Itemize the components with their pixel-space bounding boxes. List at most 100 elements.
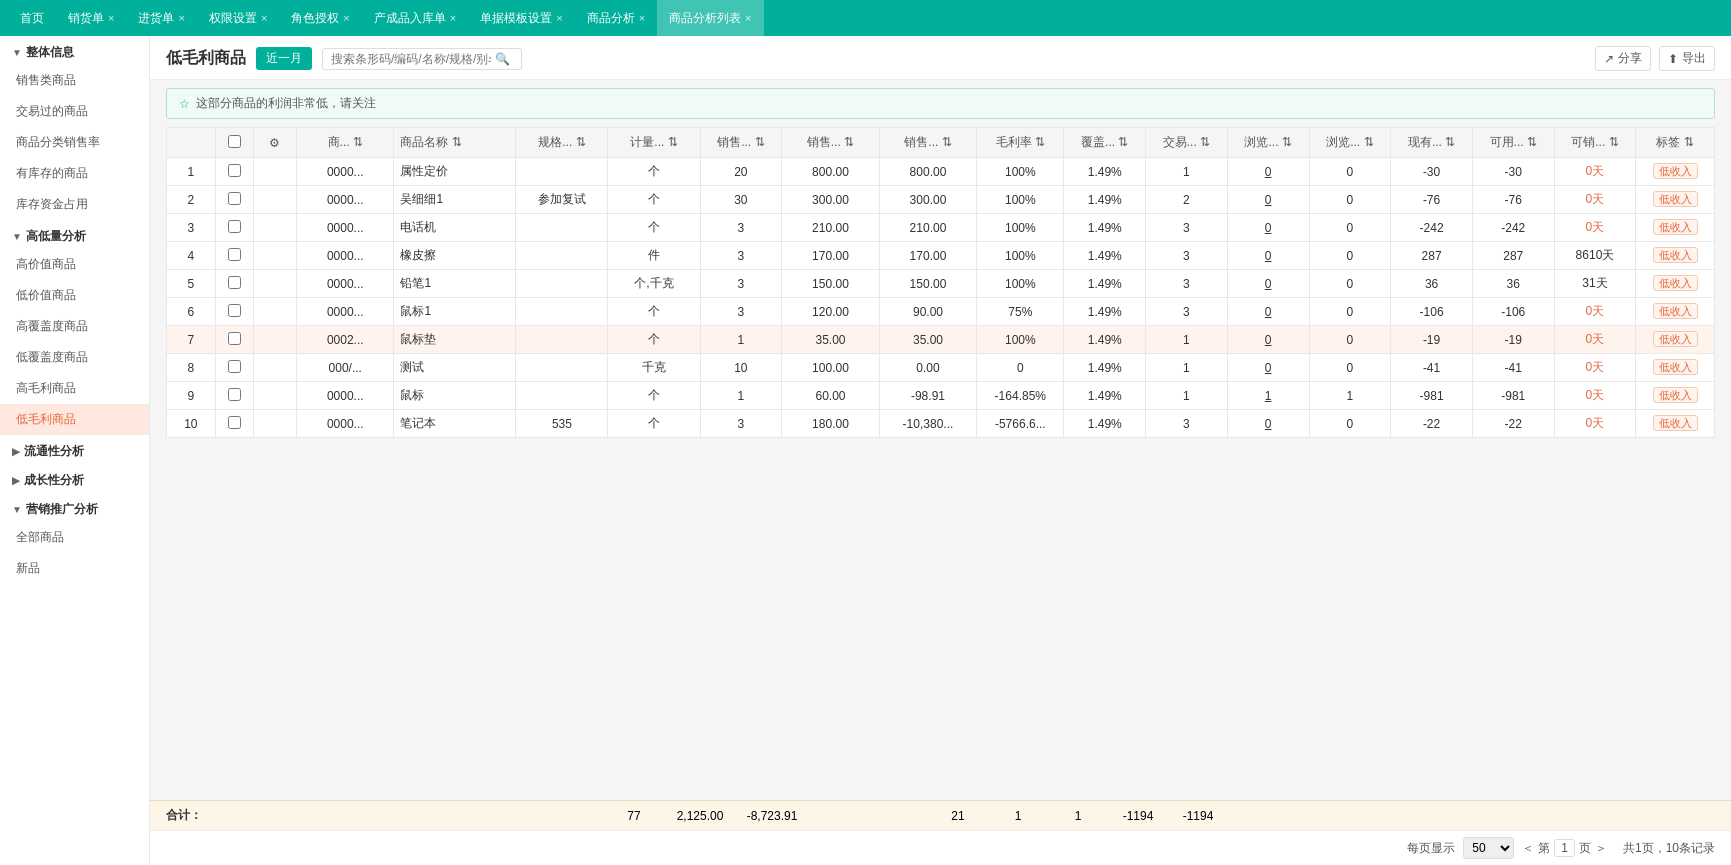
cell-check[interactable] (215, 158, 253, 186)
nav-item-roles[interactable]: 角色授权 × (279, 0, 361, 36)
row-checkbox-2[interactable] (228, 220, 241, 233)
cell-check[interactable] (215, 410, 253, 438)
th-view1[interactable]: 浏览... ⇅ (1227, 128, 1309, 158)
cell-cover: 1.49% (1064, 382, 1146, 410)
search-input[interactable] (331, 52, 491, 66)
cell-view1[interactable]: 0 (1227, 326, 1309, 354)
th-sale-profit[interactable]: 销售... ⇅ (879, 128, 977, 158)
row-checkbox-3[interactable] (228, 248, 241, 261)
cell-view1[interactable]: 0 (1227, 158, 1309, 186)
th-unit[interactable]: 计量... ⇅ (608, 128, 700, 158)
cell-view1[interactable]: 1 (1227, 382, 1309, 410)
sidebar-group-flow[interactable]: ▶ 流通性分析 (0, 435, 149, 464)
cell-view1[interactable]: 0 (1227, 242, 1309, 270)
cell-sale-price: 60.00 (782, 382, 880, 410)
row-checkbox-9[interactable] (228, 416, 241, 429)
cell-view1[interactable]: 0 (1227, 214, 1309, 242)
prev-page-button[interactable]: ＜ (1522, 840, 1534, 857)
sidebar-item-high-coverage[interactable]: 高覆盖度商品 (0, 311, 149, 342)
cell-check[interactable] (215, 298, 253, 326)
sidebar-item-all-goods[interactable]: 全部商品 (0, 522, 149, 553)
th-spec[interactable]: 规格... ⇅ (516, 128, 608, 158)
cell-spec (516, 298, 608, 326)
th-check[interactable] (215, 128, 253, 158)
period-button[interactable]: 近一月 (256, 47, 312, 70)
nav-close-purchase[interactable]: × (178, 12, 184, 24)
sidebar-item-stocked-goods[interactable]: 有库存的商品 (0, 158, 149, 189)
sidebar-item-new-goods[interactable]: 新品 (0, 553, 149, 584)
sidebar-item-traded-goods[interactable]: 交易过的商品 (0, 96, 149, 127)
nav-close-goods-list[interactable]: × (745, 12, 751, 24)
nav-close-sales[interactable]: × (108, 12, 114, 24)
nav-item-products[interactable]: 产成品入库单 × (362, 0, 468, 36)
th-sale-price[interactable]: 销售... ⇅ (782, 128, 880, 158)
th-avail[interactable]: 可用... ⇅ (1472, 128, 1554, 158)
sidebar-item-low-profit[interactable]: 低毛利商品 (0, 404, 149, 435)
row-checkbox-6[interactable] (228, 332, 241, 345)
row-checkbox-5[interactable] (228, 304, 241, 317)
cell-view1[interactable]: 0 (1227, 298, 1309, 326)
sidebar-item-high-value[interactable]: 高价值商品 (0, 249, 149, 280)
sidebar-item-low-value[interactable]: 低价值商品 (0, 280, 149, 311)
nav-close-roles[interactable]: × (343, 12, 349, 24)
cell-view1[interactable]: 0 (1227, 354, 1309, 382)
cell-check[interactable] (215, 354, 253, 382)
cell-check[interactable] (215, 214, 253, 242)
cell-view1[interactable]: 0 (1227, 186, 1309, 214)
row-checkbox-1[interactable] (228, 192, 241, 205)
row-checkbox-4[interactable] (228, 276, 241, 289)
nav-item-template[interactable]: 单据模板设置 × (468, 0, 574, 36)
sidebar-item-category-rate[interactable]: 商品分类销售率 (0, 127, 149, 158)
th-name[interactable]: 商品名称 ⇅ (394, 128, 516, 158)
row-checkbox-8[interactable] (228, 388, 241, 401)
th-gear[interactable]: ⚙ (253, 128, 296, 158)
th-trade[interactable]: 交易... ⇅ (1146, 128, 1228, 158)
nav-item-sales[interactable]: 销货单 × (56, 0, 126, 36)
cell-gear (253, 410, 296, 438)
sidebar-item-inventory-capital[interactable]: 库存资金占用 (0, 189, 149, 220)
search-icon[interactable]: 🔍 (495, 52, 510, 66)
cell-check[interactable] (215, 242, 253, 270)
next-page-button[interactable]: ＞ (1595, 840, 1607, 857)
sort-icon-sale-days: ⇅ (1609, 135, 1619, 149)
share-button[interactable]: ↗ 分享 (1595, 46, 1651, 71)
th-stock[interactable]: 现有... ⇅ (1391, 128, 1473, 158)
check-all[interactable] (228, 135, 241, 148)
nav-item-goods-list[interactable]: 商品分析列表 × (657, 0, 763, 36)
nav-close-permissions[interactable]: × (261, 12, 267, 24)
row-checkbox-7[interactable] (228, 360, 241, 373)
cell-view1[interactable]: 0 (1227, 410, 1309, 438)
th-code[interactable]: 商... ⇅ (296, 128, 394, 158)
nav-close-template[interactable]: × (556, 12, 562, 24)
sidebar-group-growth[interactable]: ▶ 成长性分析 (0, 464, 149, 493)
sidebar-item-sales-goods[interactable]: 销售类商品 (0, 65, 149, 96)
nav-item-permissions[interactable]: 权限设置 × (197, 0, 279, 36)
cell-cover: 1.49% (1064, 186, 1146, 214)
th-cover[interactable]: 覆盖... ⇅ (1064, 128, 1146, 158)
page-size-select[interactable]: 50 100 200 (1463, 837, 1514, 859)
nav-item-purchase[interactable]: 进货单 × (126, 0, 196, 36)
th-gross[interactable]: 毛利率 ⇅ (977, 128, 1064, 158)
cell-check[interactable] (215, 382, 253, 410)
export-button[interactable]: ⬆ 导出 (1659, 46, 1715, 71)
nav-item-home[interactable]: 首页 (8, 0, 56, 36)
sidebar-group-overall[interactable]: ▼ 整体信息 (0, 36, 149, 65)
cell-view2: 0 (1309, 354, 1391, 382)
sidebar-item-low-coverage[interactable]: 低覆盖度商品 (0, 342, 149, 373)
sidebar-group-highlevel[interactable]: ▼ 高低量分析 (0, 220, 149, 249)
sidebar-item-high-profit[interactable]: 高毛利商品 (0, 373, 149, 404)
nav-close-products[interactable]: × (450, 12, 456, 24)
cell-check[interactable] (215, 270, 253, 298)
th-sale-qty[interactable]: 销售... ⇅ (700, 128, 782, 158)
cell-check[interactable] (215, 326, 253, 354)
cell-view1[interactable]: 0 (1227, 270, 1309, 298)
row-checkbox-0[interactable] (228, 164, 241, 177)
th-tag[interactable]: 标签 ⇅ (1636, 128, 1715, 158)
nav-close-goods-analysis[interactable]: × (639, 12, 645, 24)
current-page[interactable]: 1 (1554, 839, 1575, 857)
th-view2[interactable]: 浏览... ⇅ (1309, 128, 1391, 158)
th-sale-days[interactable]: 可销... ⇅ (1554, 128, 1636, 158)
sidebar-group-marketing[interactable]: ▼ 营销推广分析 (0, 493, 149, 522)
cell-check[interactable] (215, 186, 253, 214)
nav-item-goods-analysis[interactable]: 商品分析 × (575, 0, 657, 36)
